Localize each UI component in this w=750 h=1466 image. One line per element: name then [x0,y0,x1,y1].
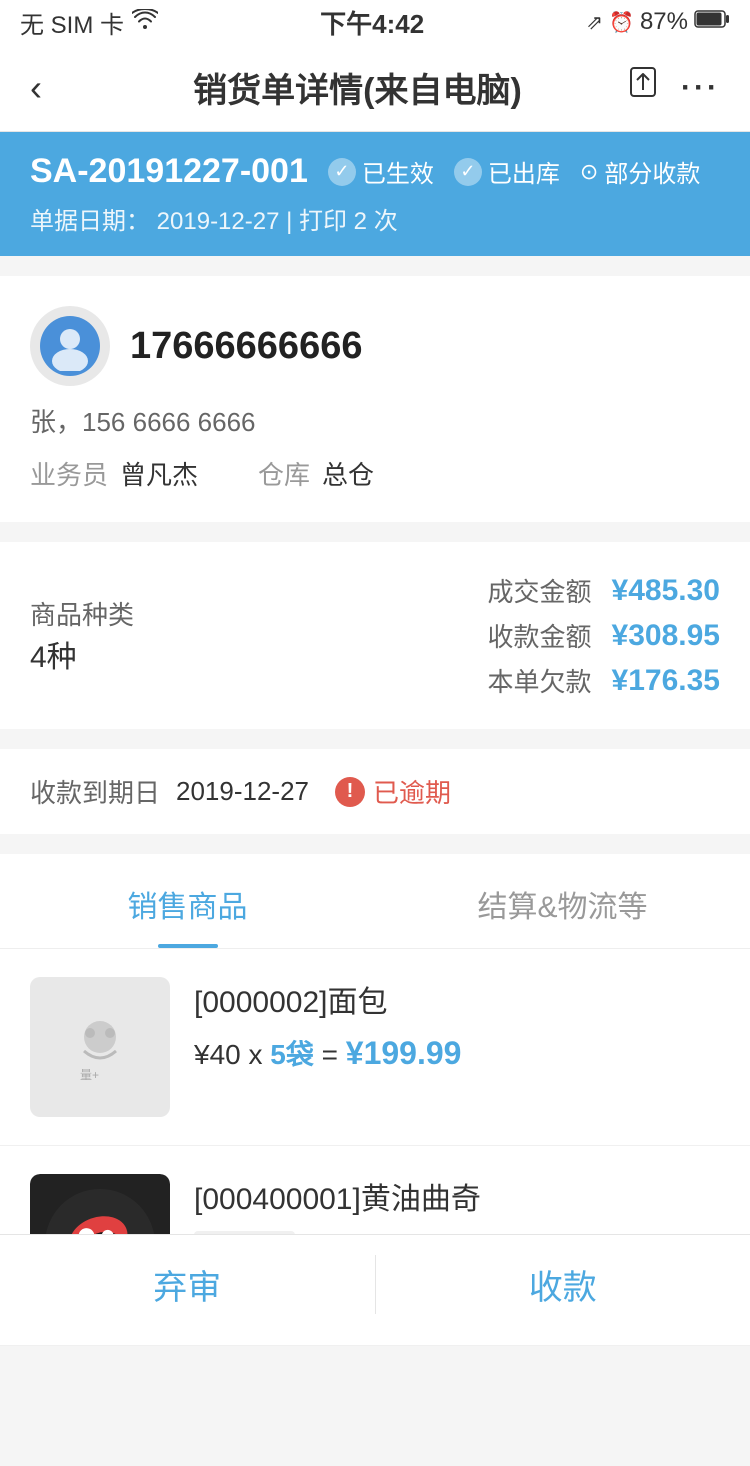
nav-bar: ‹ 销货单详情(来自电脑) ··· [0,44,750,132]
amount-value-0: ¥485.30 [612,574,720,608]
overdue-icon: ! [335,777,365,807]
type-label: 商品种类 [30,595,134,632]
sales-meta: 业务员 曾凡杰 [30,455,198,492]
amount-label-2: 本单欠款 [488,662,592,699]
due-section: 收款到期日 2019-12-27 ! 已逾期 [0,749,750,834]
avatar [30,306,110,386]
battery-label: 87% [640,8,688,36]
price-eq-1: = [314,1039,346,1070]
location-icon: ⇗ [586,10,603,35]
customer-row: 17666666666 [30,306,720,386]
bottom-spacer [0,1346,750,1466]
amount-row-2: 本单欠款 ¥176.35 [488,662,720,699]
tab-settlement[interactable]: 结算&物流等 [375,854,750,948]
customer-name-sub: 张，156 6666 6666 [30,402,720,439]
product-item-1: 量+ [0000002]面包 ¥40 x 5袋 = ¥199.99 [0,949,750,1146]
due-date-value: 2019-12-27 [176,776,309,807]
share-icon[interactable] [625,66,661,110]
order-banner-top: SA-20191227-001 ✓ 已生效 ✓ 已出库 ⊙ 部分收款 [30,152,720,191]
page-title: 销货单详情(来自电脑) [193,63,522,112]
type-value: 4种 [30,632,134,676]
tabs-row: 销售商品 结算&物流等 [0,854,750,949]
amount-value-2: ¥176.35 [612,664,720,698]
badge-partial: ⊙ 部分收款 [580,154,700,189]
overdue-text: 已逾期 [373,773,451,810]
status-right: ⇗ ⏰ 87% [586,8,730,36]
sales-value: 曾凡杰 [120,455,198,492]
tabs-section: 销售商品 结算&物流等 [0,854,750,949]
badge-active: ✓ 已生效 [328,154,434,189]
alarm-icon: ⏰ [609,10,634,35]
summary-section: 商品种类 4种 成交金额 ¥485.30 收款金额 ¥308.95 本单欠款 ¥… [0,542,750,729]
avatar-icon [40,316,100,376]
product-info-1: [0000002]面包 ¥40 x 5袋 = ¥199.99 [194,977,720,1073]
carrier-label: 无 SIM 卡 [20,5,124,40]
warehouse-label: 仓库 [258,455,310,492]
price-base-1: ¥40 x [194,1039,270,1070]
customer-meta: 业务员 曾凡杰 仓库 总仓 [30,455,720,492]
amount-label-1: 收款金额 [488,617,592,654]
customer-phone: 17666666666 [130,325,362,368]
customer-section: 17666666666 张，156 6666 6666 业务员 曾凡杰 仓库 总… [0,276,750,522]
back-button[interactable]: ‹ [30,67,90,109]
confirm-button[interactable]: 收款 [376,1235,750,1334]
wifi-icon [132,8,158,36]
warehouse-meta: 仓库 总仓 [258,455,374,492]
due-label: 收款到期日 [30,773,160,810]
amount-row-1: 收款金额 ¥308.95 [488,617,720,654]
date-label: 单据日期： [30,208,150,235]
price-qty-1: 5袋 [270,1039,314,1070]
sales-label: 业务员 [30,455,108,492]
product-name-2: [000400001]黄油曲奇 [194,1174,720,1218]
product-placeholder-1: 量+ [30,977,170,1117]
bottom-bar: 弃审 收款 [0,1234,750,1334]
status-bar: 无 SIM 卡 下午4:42 ⇗ ⏰ 87% [0,0,750,44]
price-total-1: ¥199.99 [346,1035,462,1071]
amount-row-0: 成交金额 ¥485.30 [488,572,720,609]
print-info: | 打印 2 次 [286,208,398,235]
summary-left: 商品种类 4种 [30,572,134,699]
overdue-badge: ! 已逾期 [335,773,451,810]
svg-text:量+: 量+ [80,1068,99,1082]
clock-icon: ⊙ [580,159,598,185]
product-image-1: 量+ [30,977,170,1117]
order-date-row: 单据日期： 2019-12-27 | 打印 2 次 [30,201,720,236]
product-price-1: ¥40 x 5袋 = ¥199.99 [194,1033,720,1073]
order-id: SA-20191227-001 [30,152,308,191]
badge-shipped: ✓ 已出库 [454,154,560,189]
summary-right: 成交金额 ¥485.30 收款金额 ¥308.95 本单欠款 ¥176.35 [488,572,720,699]
amount-label-0: 成交金额 [488,572,592,609]
nav-actions: ··· [625,66,720,110]
product-name-1: [0000002]面包 [194,977,720,1021]
date-value: 2019-12-27 [157,208,280,235]
status-time: 下午4:42 [320,4,424,41]
amount-value-1: ¥308.95 [612,619,720,653]
battery-icon [694,8,730,36]
tab-sales-products[interactable]: 销售商品 [0,854,375,948]
check-icon-shipped: ✓ [454,158,482,186]
order-banner: SA-20191227-001 ✓ 已生效 ✓ 已出库 ⊙ 部分收款 单据日期：… [0,132,750,256]
status-left: 无 SIM 卡 [20,5,158,40]
more-icon[interactable]: ··· [681,71,720,105]
warehouse-value: 总仓 [322,455,374,492]
cancel-button[interactable]: 弃审 [0,1235,375,1334]
check-icon-active: ✓ [328,158,356,186]
